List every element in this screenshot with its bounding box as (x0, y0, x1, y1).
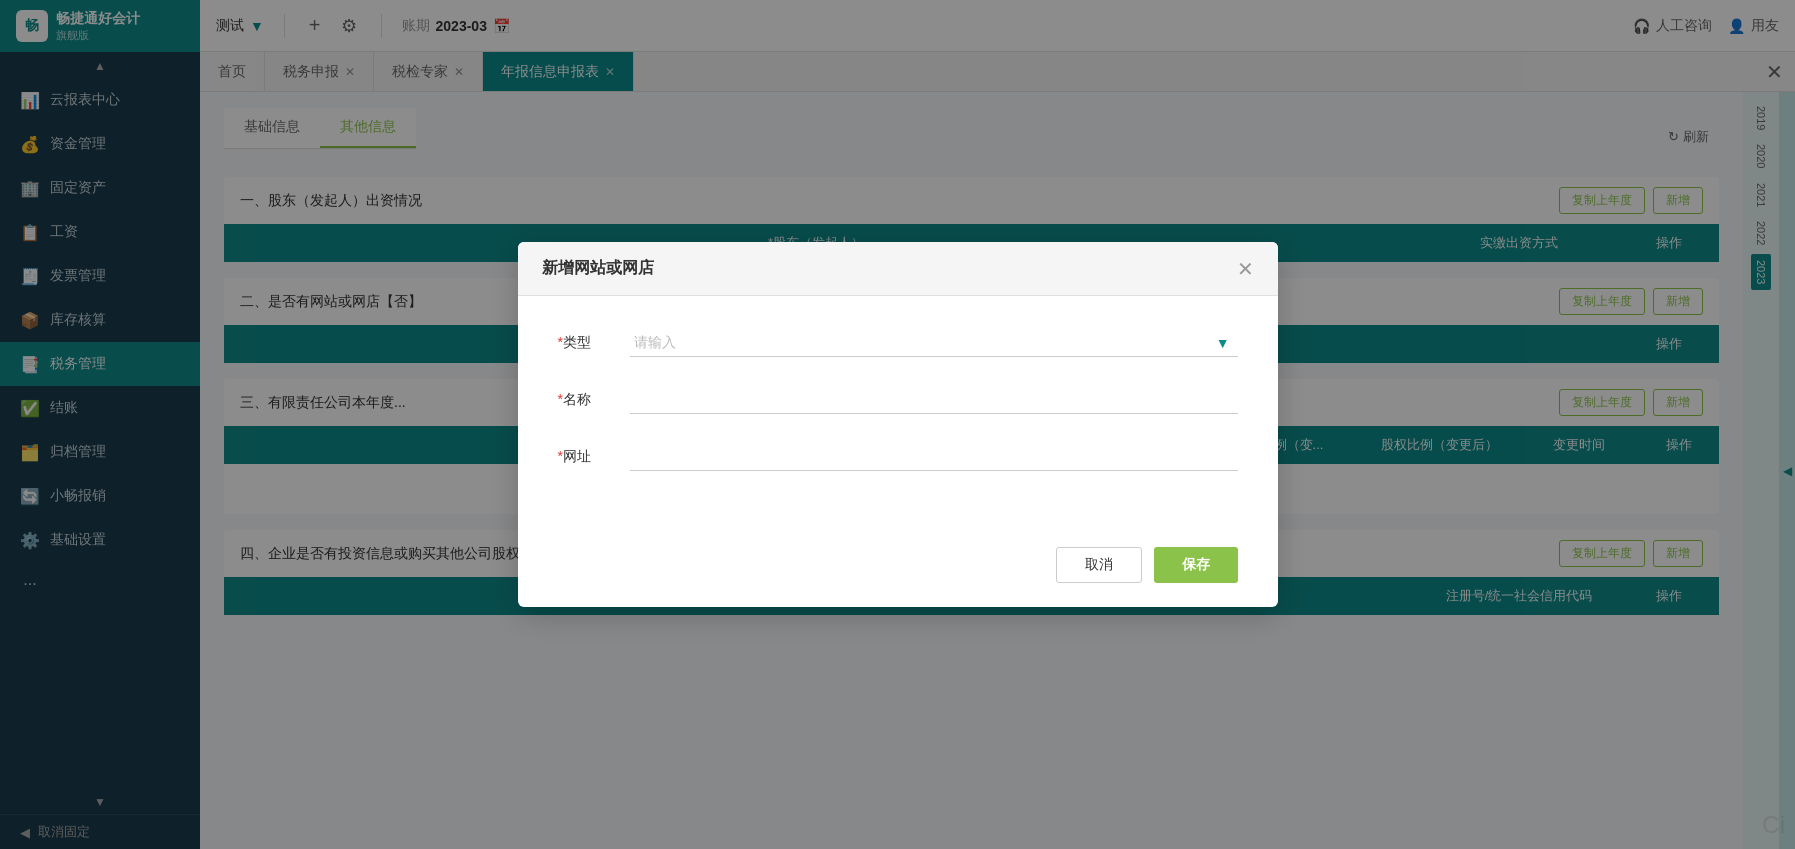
url-input[interactable] (630, 442, 1238, 471)
url-label: *网址 (558, 448, 618, 466)
modal-body: *类型 ▼ *名称 *网址 (518, 296, 1278, 531)
save-button[interactable]: 保存 (1154, 547, 1238, 583)
type-input[interactable] (630, 328, 1238, 357)
name-label: *名称 (558, 391, 618, 409)
name-field-wrapper (630, 385, 1238, 414)
modal-add-website: 新增网站或网店 ✕ *类型 ▼ *名称 (518, 242, 1278, 607)
name-input[interactable] (630, 385, 1238, 414)
modal-header: 新增网站或网店 ✕ (518, 242, 1278, 296)
form-row-type: *类型 ▼ (558, 328, 1238, 357)
form-row-url: *网址 (558, 442, 1238, 471)
type-field-wrapper: ▼ (630, 328, 1238, 357)
modal-footer: 取消 保存 (518, 531, 1278, 607)
modal-overlay: 新增网站或网店 ✕ *类型 ▼ *名称 (0, 0, 1795, 849)
modal-close-button[interactable]: ✕ (1237, 259, 1254, 279)
form-row-name: *名称 (558, 385, 1238, 414)
type-dropdown-icon: ▼ (1216, 335, 1230, 351)
modal-title: 新增网站或网店 (542, 258, 654, 279)
type-label: *类型 (558, 334, 618, 352)
cancel-button[interactable]: 取消 (1056, 547, 1142, 583)
url-field-wrapper (630, 442, 1238, 471)
